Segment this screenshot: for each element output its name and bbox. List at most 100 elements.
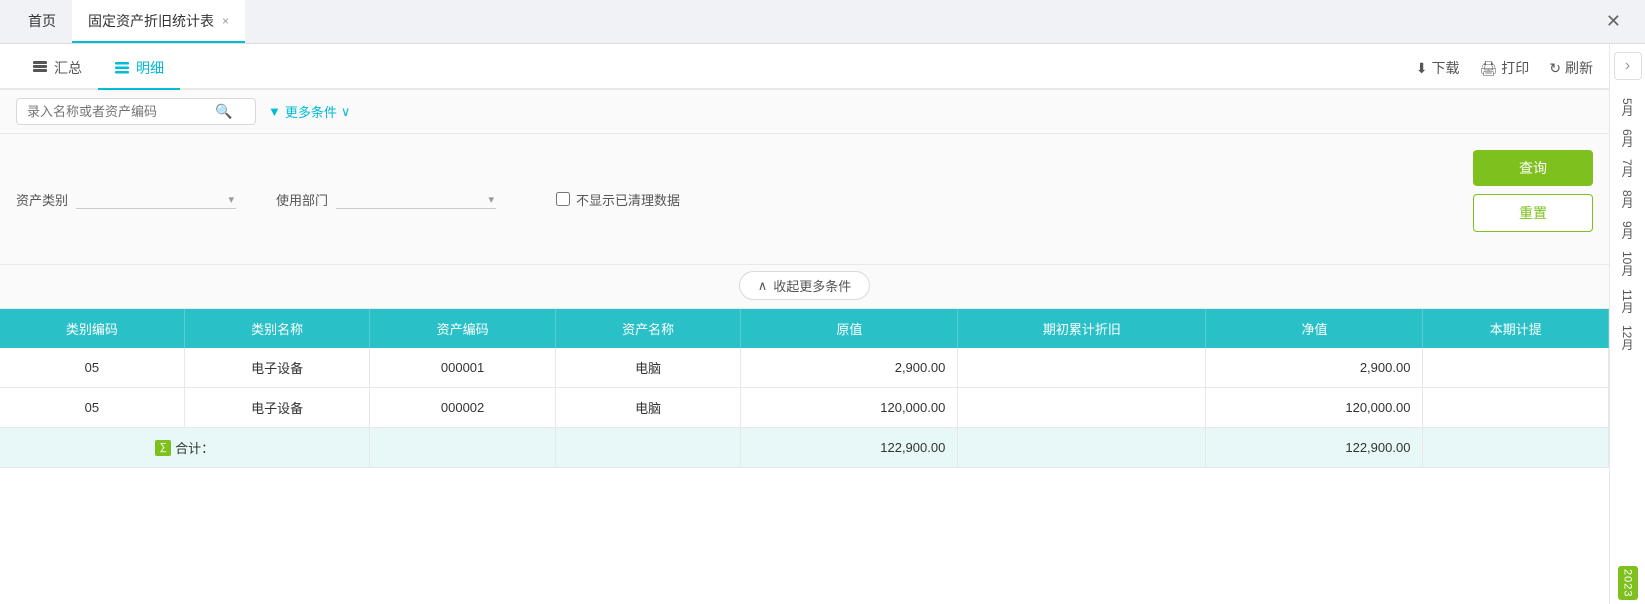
cell-category-name: 电子设备 xyxy=(184,348,370,388)
asset-category-filter: 资产类别 xyxy=(16,189,236,209)
download-button[interactable]: ⬇ 下载 xyxy=(1416,58,1460,78)
cell-category-code: 05 xyxy=(0,388,184,428)
hide-cleared-wrap[interactable]: 不显示已清理数据 xyxy=(556,190,680,209)
tab-close-icon[interactable]: × xyxy=(222,14,229,28)
sidebar-month[interactable]: 11月 xyxy=(1617,283,1638,319)
tab-bar: 首页 固定资产折旧统计表 × ✕ xyxy=(0,0,1645,44)
chevron-up-icon: ∧ xyxy=(758,278,768,294)
tab-summary[interactable]: 汇总 xyxy=(16,58,98,90)
th-initial-depreciation: 期初累计折旧 xyxy=(958,309,1206,348)
reset-button[interactable]: 重置 xyxy=(1473,194,1593,232)
cell-original-value: 2,900.00 xyxy=(741,348,958,388)
cell-initial-depreciation xyxy=(958,348,1206,388)
sidebar-month[interactable]: 9月 xyxy=(1617,215,1638,246)
data-table: 类别编码 类别名称 资产编码 资产名称 原值 期初累计折旧 净值 本期计提 05… xyxy=(0,309,1609,468)
filter-icon: ▼ xyxy=(268,104,281,119)
print-icon: 🖨 xyxy=(1479,60,1497,77)
collapse-bar: ∧ 收起更多条件 xyxy=(0,265,1609,309)
download-label: 下载 xyxy=(1431,58,1459,78)
more-conditions-button[interactable]: ▼ 更多条件 ∨ xyxy=(268,102,350,121)
collapse-button[interactable]: ∧ 收起更多条件 xyxy=(739,271,871,300)
filter-actions: 查询 重置 xyxy=(1473,150,1593,232)
cell-asset-code: 000002 xyxy=(370,388,556,428)
department-filter: 使用部门 xyxy=(276,189,496,209)
asset-category-select-wrap[interactable] xyxy=(76,189,236,209)
tab-home[interactable]: 首页 xyxy=(12,0,72,43)
chevron-down-icon: ∨ xyxy=(341,104,351,120)
sub-tab-bar: 汇总 明细 ⬇ 下载 🖨 打印 xyxy=(0,44,1609,90)
hide-cleared-label: 不显示已清理数据 xyxy=(576,190,680,209)
sidebar-month[interactable]: 12月 xyxy=(1617,319,1638,356)
asset-category-select[interactable] xyxy=(76,189,236,209)
cell-current-depreciation xyxy=(1423,388,1609,428)
sidebar-arrow-button[interactable]: › xyxy=(1614,52,1642,80)
refresh-icon: ↻ xyxy=(1549,60,1561,77)
department-label: 使用部门 xyxy=(276,190,328,209)
sidebar-month[interactable]: 8月 xyxy=(1617,184,1638,215)
department-select[interactable] xyxy=(336,189,496,209)
sidebar-month[interactable]: 10月 xyxy=(1617,245,1638,282)
refresh-label: 刷新 xyxy=(1565,58,1593,78)
cell-initial-depreciation xyxy=(958,388,1206,428)
cell-net-value: 120,000.00 xyxy=(1206,388,1423,428)
cell-category-name: 电子设备 xyxy=(184,388,370,428)
filter-panel: 资产类别 使用部门 xyxy=(0,134,1609,265)
query-button[interactable]: 查询 xyxy=(1473,150,1593,186)
cell-current-depreciation xyxy=(1423,348,1609,388)
search-input[interactable] xyxy=(27,104,207,119)
total-asset-name xyxy=(555,428,741,468)
th-asset-name: 资产名称 xyxy=(555,309,741,348)
tab-home-label: 首页 xyxy=(28,11,56,31)
table-row: 05 电子设备 000001 电脑 2,900.00 2,900.00 xyxy=(0,348,1609,388)
search-bar: 🔍 ▼ 更多条件 ∨ xyxy=(0,90,1609,134)
collapse-label: 收起更多条件 xyxy=(773,276,851,295)
total-asset-code xyxy=(370,428,556,468)
th-current-depreciation: 本期计提 xyxy=(1423,309,1609,348)
more-conditions-label: 更多条件 xyxy=(285,102,337,121)
cell-asset-code: 000001 xyxy=(370,348,556,388)
cell-category-code: 05 xyxy=(0,348,184,388)
total-net-value: 122,900.00 xyxy=(1206,428,1423,468)
filter-row: 资产类别 使用部门 xyxy=(16,150,1593,248)
th-net-value: 净值 xyxy=(1206,309,1423,348)
table-wrap: 类别编码 类别名称 资产编码 资产名称 原值 期初累计折旧 净值 本期计提 05… xyxy=(0,309,1609,604)
th-category-code: 类别编码 xyxy=(0,309,184,348)
refresh-button[interactable]: ↻ 刷新 xyxy=(1549,58,1593,78)
left-panel: 汇总 明细 ⬇ 下载 🖨 打印 xyxy=(0,44,1609,604)
window-close-button[interactable]: ✕ xyxy=(1594,11,1633,32)
total-initial-depreciation xyxy=(958,428,1206,468)
total-label: ∑ 合计： xyxy=(0,428,370,468)
print-button[interactable]: 🖨 打印 xyxy=(1479,58,1529,78)
search-input-wrap[interactable]: 🔍 xyxy=(16,98,256,125)
toolbar-actions: ⬇ 下载 🖨 打印 ↻ 刷新 xyxy=(1416,58,1593,88)
cell-original-value: 120,000.00 xyxy=(741,388,958,428)
department-select-wrap[interactable] xyxy=(336,189,496,209)
total-original-value: 122,900.00 xyxy=(741,428,958,468)
tab-detail-label: 明细 xyxy=(136,58,164,78)
table-total-row: ∑ 合计： 122,900.00 122,900.00 xyxy=(0,428,1609,468)
layers-icon xyxy=(32,60,48,76)
tab-detail[interactable]: 明细 xyxy=(98,58,180,90)
total-icon: ∑ xyxy=(155,440,171,456)
tab-active[interactable]: 固定资产折旧统计表 × xyxy=(72,0,245,43)
main-content: 汇总 明细 ⬇ 下载 🖨 打印 xyxy=(0,44,1645,604)
search-icon: 🔍 xyxy=(215,103,232,120)
th-category-name: 类别名称 xyxy=(184,309,370,348)
th-asset-code: 资产编码 xyxy=(370,309,556,348)
sidebar-year-badge[interactable]: 2023 xyxy=(1618,566,1638,600)
sidebar-month[interactable]: 5月 xyxy=(1617,92,1638,123)
asset-category-label: 资产类别 xyxy=(16,190,68,209)
list-icon xyxy=(114,60,130,76)
download-icon: ⬇ xyxy=(1416,60,1428,77)
table-header-row: 类别编码 类别名称 资产编码 资产名称 原值 期初累计折旧 净值 本期计提 xyxy=(0,309,1609,348)
sidebar-months: 5月6月7月8月9月10月11月12月 xyxy=(1617,92,1638,357)
sidebar-month[interactable]: 7月 xyxy=(1617,153,1638,184)
cell-asset-name: 电脑 xyxy=(555,348,741,388)
cell-net-value: 2,900.00 xyxy=(1206,348,1423,388)
tab-active-label: 固定资产折旧统计表 xyxy=(88,11,214,31)
sidebar-month[interactable]: 6月 xyxy=(1617,123,1638,154)
hide-cleared-checkbox[interactable] xyxy=(556,192,570,206)
print-label: 打印 xyxy=(1501,58,1529,78)
right-sidebar: › 5月6月7月8月9月10月11月12月 2023 xyxy=(1609,44,1645,604)
table-row: 05 电子设备 000002 电脑 120,000.00 120,000.00 xyxy=(0,388,1609,428)
